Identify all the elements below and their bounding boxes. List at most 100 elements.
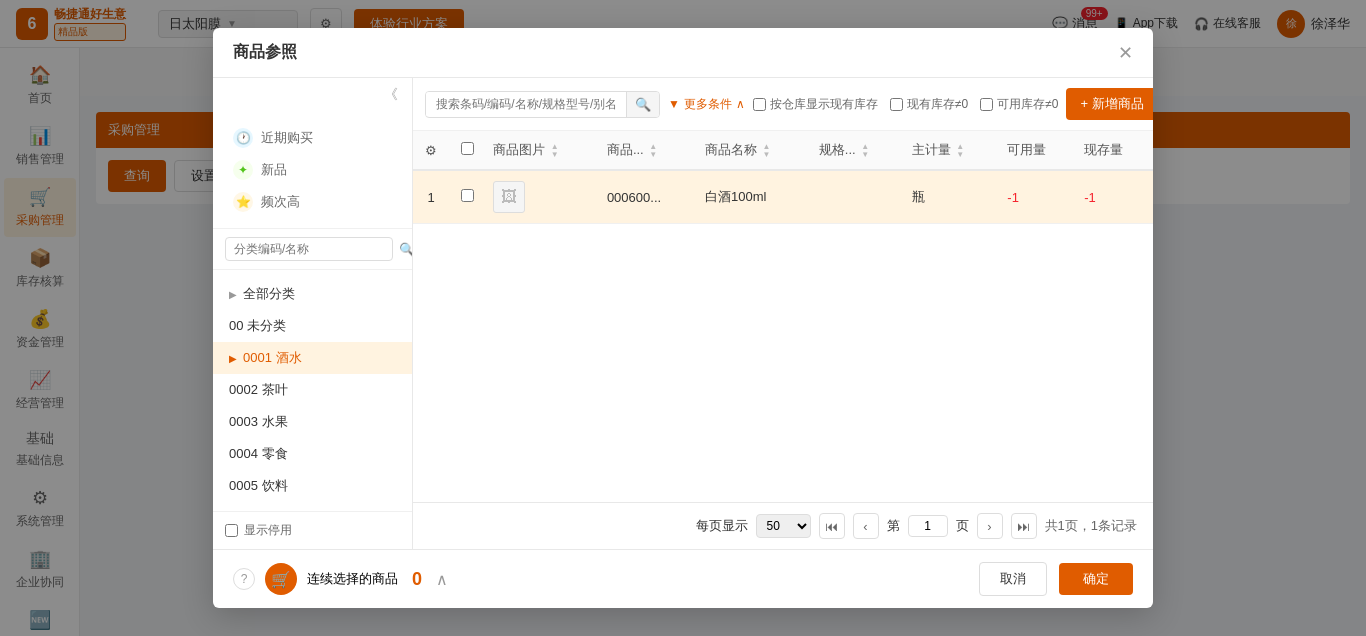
modal-close-button[interactable]: ✕ [1118, 44, 1133, 62]
modal-overlay: 商品参照 ✕ 《 🕐 近期购买 ✦ 新品 [0, 0, 1366, 636]
freq-label: 频次高 [261, 193, 300, 211]
more-filters-button[interactable]: ▼ 更多条件 ∧ [668, 96, 745, 113]
show-disabled-row: 显示停用 [213, 511, 412, 549]
table-row[interactable]: 1 🖼 000600... 白酒100ml 瓶 [413, 170, 1153, 224]
page-number-input[interactable] [908, 515, 948, 537]
filter-available-label: 可用库存≠0 [997, 96, 1058, 113]
category-panel: 《 🕐 近期购买 ✦ 新品 ⭐ 频次高 [213, 78, 413, 549]
frequent-button[interactable]: ⭐ 频次高 [225, 186, 400, 218]
table-header-row: ⚙ 商品图片 ▲▼ 商品... ▲▼ [413, 131, 1153, 170]
category-0008[interactable]: 0008 水 [213, 502, 412, 511]
filter-stock-nonzero-checkbox[interactable]: 现有库存≠0 [890, 96, 968, 113]
product-panel: 🔍 ▼ 更多条件 ∧ 按仓库显示现有库存 现 [413, 78, 1153, 549]
confirm-button[interactable]: 确定 [1059, 563, 1133, 595]
category-search-icon[interactable]: 🔍 [399, 242, 413, 257]
category-0002-label: 0002 茶叶 [229, 381, 288, 399]
filter-available-nonzero-checkbox[interactable]: 可用库存≠0 [980, 96, 1058, 113]
add-product-button[interactable]: + 新增商品 [1066, 88, 1153, 120]
category-0001[interactable]: ▶ 0001 酒水 [213, 342, 412, 374]
row-num: 1 [413, 170, 449, 224]
th-unit: 主计量 ▲▼ [904, 131, 1000, 170]
sort-name[interactable]: ▲▼ [763, 143, 771, 159]
product-table-body: 1 🖼 000600... 白酒100ml 瓶 [413, 170, 1153, 224]
category-00-label: 00 未分类 [229, 317, 286, 335]
row-code: 000600... [599, 170, 697, 224]
product-search-field: 🔍 [425, 91, 660, 118]
th-spec: 规格... ▲▼ [811, 131, 904, 170]
filter-collapse-icon: ∧ [736, 97, 745, 111]
category-search-input[interactable] [225, 237, 393, 261]
last-page-button[interactable]: ⏭ [1011, 513, 1037, 539]
filter-warehouse-label: 按仓库显示现有库存 [770, 96, 878, 113]
show-disabled-checkbox[interactable] [225, 524, 238, 537]
product-search-button[interactable]: 🔍 [626, 92, 659, 117]
category-0005[interactable]: 0005 饮料 [213, 470, 412, 502]
footer-left: ? 🛒 连续选择的商品 0 ∧ [233, 563, 967, 595]
recent-icon: 🕐 [233, 128, 253, 148]
th-name-label: 商品名称 [705, 142, 757, 157]
quick-buttons: 🕐 近期购买 ✦ 新品 ⭐ 频次高 [213, 112, 412, 229]
cart-button[interactable]: 🛒 [265, 563, 297, 595]
category-all[interactable]: ▶ 全部分类 [213, 278, 412, 310]
category-0004-label: 0004 零食 [229, 445, 288, 463]
product-image: 🖼 [493, 181, 525, 213]
product-search-input[interactable] [426, 92, 626, 116]
row-select-checkbox[interactable] [461, 189, 474, 202]
th-stock: 现存量 [1076, 131, 1153, 170]
page-size-select[interactable]: 50 10 20 100 [756, 514, 811, 538]
panel-collapse-button[interactable]: 《 [376, 82, 406, 108]
filter-bar: 🔍 ▼ 更多条件 ∧ 按仓库显示现有库存 现 [413, 78, 1153, 131]
th-name: 商品名称 ▲▼ [697, 131, 811, 170]
row-stock: -1 [1076, 170, 1153, 224]
row-name: 白酒100ml [697, 170, 811, 224]
row-available: -1 [999, 170, 1076, 224]
modal-title: 商品参照 [233, 42, 297, 63]
more-filters-label: 更多条件 [684, 96, 732, 113]
first-page-button[interactable]: ⏮ [819, 513, 845, 539]
freq-icon: ⭐ [233, 192, 253, 212]
sort-spec[interactable]: ▲▼ [861, 143, 869, 159]
category-0004[interactable]: 0004 零食 [213, 438, 412, 470]
category-0003[interactable]: 0003 水果 [213, 406, 412, 438]
filter-stock-label: 现有库存≠0 [907, 96, 968, 113]
all-arrow: ▶ [229, 289, 237, 300]
filter-icon: ▼ [668, 97, 680, 111]
footer-collapse-button[interactable]: ∧ [436, 570, 448, 589]
new-icon: ✦ [233, 160, 253, 180]
category-0005-label: 0005 饮料 [229, 477, 288, 495]
th-code: 商品... ▲▼ [599, 131, 697, 170]
page-suffix: 页 [956, 517, 969, 535]
sort-image[interactable]: ▲▼ [551, 143, 559, 159]
sort-code[interactable]: ▲▼ [649, 143, 657, 159]
recent-label: 近期购买 [261, 129, 313, 147]
category-0002[interactable]: 0002 茶叶 [213, 374, 412, 406]
filter-warehouse-checkbox[interactable]: 按仓库显示现有库存 [753, 96, 878, 113]
help-button[interactable]: ? [233, 568, 255, 590]
category-all-label: 全部分类 [243, 285, 295, 303]
sort-unit[interactable]: ▲▼ [956, 143, 964, 159]
cancel-button[interactable]: 取消 [979, 562, 1047, 596]
new-products-button[interactable]: ✦ 新品 [225, 154, 400, 186]
total-info: 共1页，1条记录 [1045, 517, 1137, 535]
th-unit-label: 主计量 [912, 142, 951, 157]
prev-page-button[interactable]: ‹ [853, 513, 879, 539]
th-image-label: 商品图片 [493, 142, 545, 157]
next-page-button[interactable]: › [977, 513, 1003, 539]
category-0001-label: 0001 酒水 [243, 349, 302, 367]
category-list: ▶ 全部分类 00 未分类 ▶ 0001 酒水 0002 茶叶 0003 水果 [213, 270, 412, 511]
cart-count: 0 [412, 569, 422, 590]
select-all-checkbox[interactable] [461, 142, 474, 155]
row-checkbox [449, 170, 485, 224]
th-settings[interactable]: ⚙ [413, 131, 449, 170]
modal-body: 《 🕐 近期购买 ✦ 新品 ⭐ 频次高 [213, 78, 1153, 549]
cart-label: 连续选择的商品 [307, 570, 398, 588]
th-checkbox [449, 131, 485, 170]
row-image: 🖼 [485, 170, 599, 224]
category-search-bar: 🔍 [213, 229, 412, 270]
row-unit: 瓶 [904, 170, 1000, 224]
page-label: 第 [887, 517, 900, 535]
recent-purchase-button[interactable]: 🕐 近期购买 [225, 122, 400, 154]
th-spec-label: 规格... [819, 142, 856, 157]
category-00[interactable]: 00 未分类 [213, 310, 412, 342]
action-buttons: + 新增商品 C 刷新 [1066, 88, 1153, 120]
